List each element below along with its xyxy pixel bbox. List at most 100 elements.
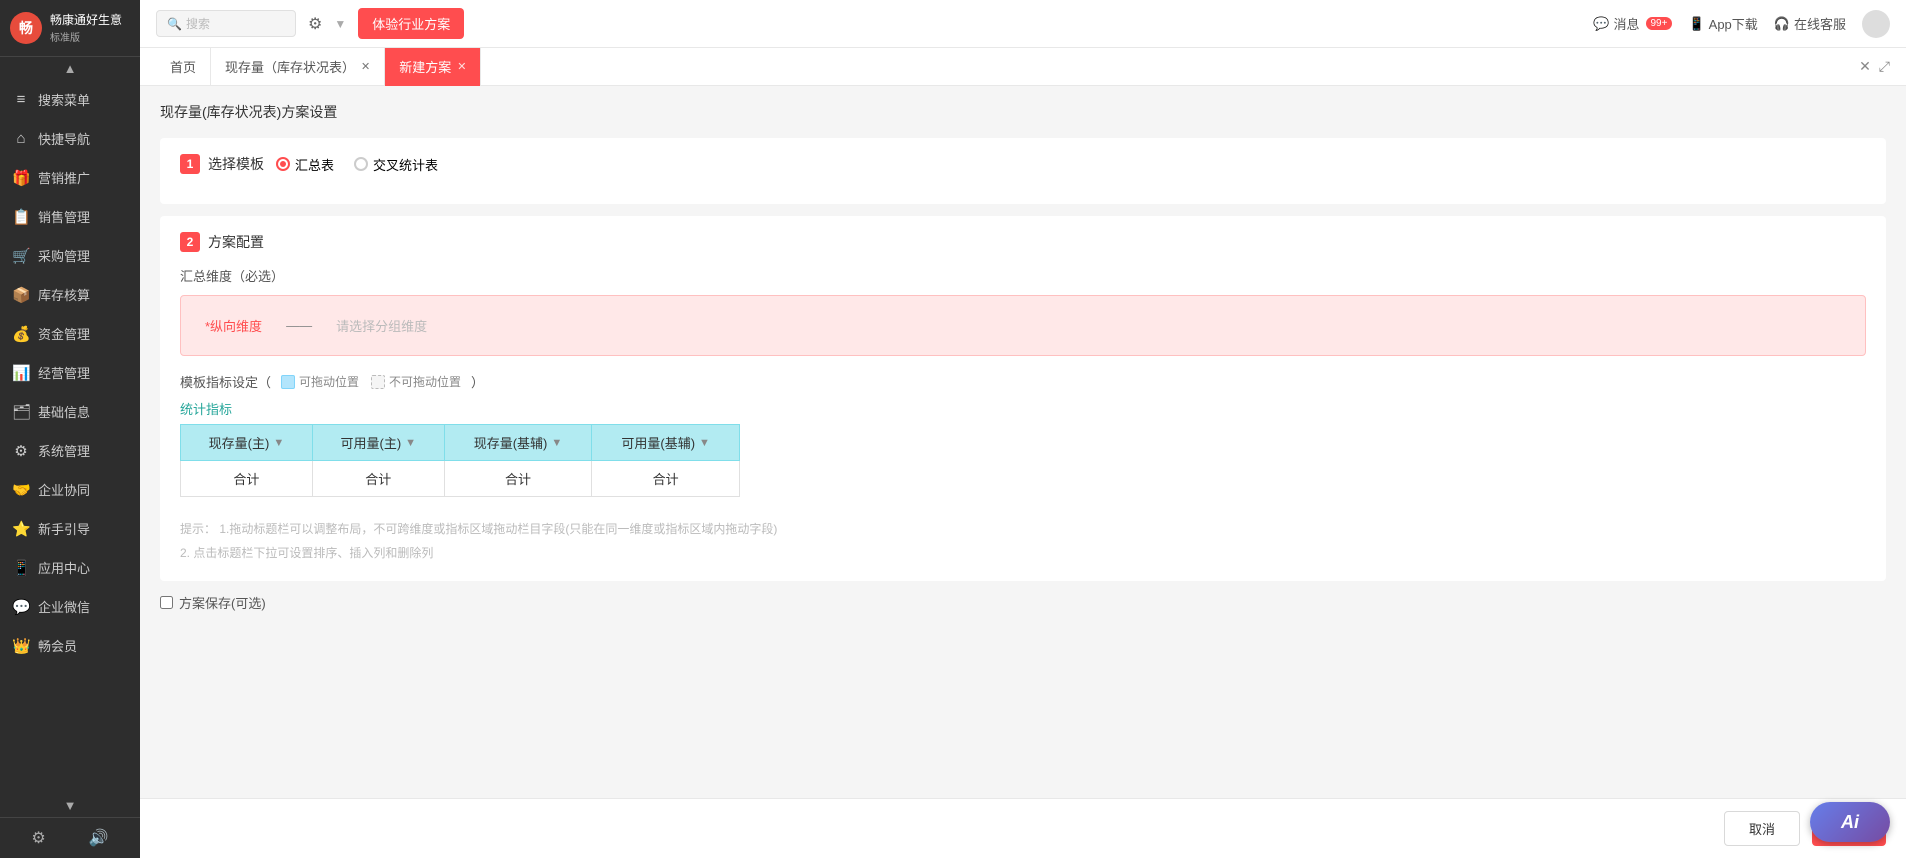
legend-draggable: 可拖动位置 — [281, 373, 359, 390]
sidebar-item-label: 经营管理 — [38, 363, 90, 382]
dimension-placeholder[interactable]: 请选择分组维度 — [336, 316, 427, 335]
section2-header: 2 方案配置 — [180, 232, 1866, 252]
non-draggable-label: 不可拖动位置 — [389, 373, 461, 390]
sidebar-item-label: 系统管理 — [38, 441, 90, 460]
table-header-row: 现存量(主) ▼ 可用量(主) ▼ — [181, 425, 740, 461]
sidebar-item-wechat[interactable]: 💬 企业微信 — [0, 587, 140, 626]
legend-suffix: ） — [471, 372, 484, 391]
tab-new-plan-close-icon[interactable]: ✕ — [457, 60, 466, 73]
sidebar-item-app-center[interactable]: 📱 应用中心 — [0, 548, 140, 587]
operations-icon: 📊 — [12, 364, 30, 382]
page-title: 现存量(库存状况表)方案设置 — [160, 102, 1886, 122]
message-button[interactable]: 💬 消息 99+ — [1593, 14, 1672, 33]
hints: 提示： 1.拖动标题栏可以调整布局，不可跨维度或指标区域拖动栏目字段(只能在同一… — [180, 517, 1866, 565]
online-service-button[interactable]: 🎧 在线客服 — [1774, 14, 1846, 33]
tab-home[interactable]: 首页 — [156, 48, 211, 86]
app-download-button[interactable]: 📱 App下载 — [1688, 14, 1757, 33]
chevron-down-icon-1[interactable]: ▼ — [405, 437, 416, 449]
dimension-box: *纵向维度 —— 请选择分组维度 — [180, 295, 1866, 356]
ai-label: Ai — [1841, 812, 1859, 833]
chevron-down-icon-0[interactable]: ▼ — [273, 437, 284, 449]
table-header-1[interactable]: 可用量(主) ▼ — [312, 425, 444, 461]
table-row: 合计 合计 合计 合计 — [181, 461, 740, 497]
topbar-right: 💬 消息 99+ 📱 App下载 🎧 在线客服 — [1593, 10, 1890, 38]
tab-close-icon[interactable]: ✕ — [1859, 58, 1871, 75]
radio-summary-circle — [276, 157, 290, 171]
avatar[interactable] — [1862, 10, 1890, 38]
topbar: 🔍 搜索 ⚙ ▼ 体验行业方案 💬 消息 99+ 📱 App下载 🎧 在线客服 — [140, 0, 1906, 48]
sidebar-item-newcomer[interactable]: ⭐ 新手引导 — [0, 509, 140, 548]
message-icon: 💬 — [1593, 16, 1609, 32]
tabs-bar: 首页 现存量（库存状况表） ✕ 新建方案 ✕ ✕ ⤢ — [140, 48, 1906, 86]
section1-title: 选择模板 — [208, 154, 264, 174]
tab-inventory-label: 现存量（库存状况表） — [225, 57, 355, 76]
radio-summary[interactable]: 汇总表 — [276, 155, 334, 174]
app-center-icon: 📱 — [12, 559, 30, 577]
section2-title: 方案配置 — [208, 232, 264, 252]
chevron-down-icon-2[interactable]: ▼ — [551, 437, 562, 449]
sidebar-footer: ⚙ 🔊 — [0, 817, 140, 858]
sidebar-item-label: 企业协同 — [38, 480, 90, 499]
sidebar-item-label: 采购管理 — [38, 246, 90, 265]
dropdown-arrow-icon[interactable]: ▼ — [334, 17, 346, 31]
save-checkbox-label[interactable]: 方案保存(可选) — [179, 593, 266, 612]
sidebar-item-operations[interactable]: 📊 经营管理 — [0, 353, 140, 392]
sidebar-item-purchase[interactable]: 🛒 采购管理 — [0, 236, 140, 275]
chevron-down-icon-3[interactable]: ▼ — [699, 437, 710, 449]
sidebar-item-inventory[interactable]: 📦 库存核算 — [0, 275, 140, 314]
settings-icon[interactable]: ⚙ — [31, 828, 45, 848]
legend-non-draggable: 不可拖动位置 — [371, 373, 461, 390]
purchase-icon: 🛒 — [12, 247, 30, 265]
sales-icon: 📋 — [12, 208, 30, 226]
sidebar-nav: ≡ 搜索菜单 ⌂ 快捷导航 🎁 营销推广 📋 销售管理 🛒 采购管理 📦 库存核… — [0, 80, 140, 794]
tab-new-plan[interactable]: 新建方案 ✕ — [385, 48, 481, 86]
save-checkbox[interactable] — [160, 596, 173, 609]
hint-2: 2. 点击标题栏下拉可设置排序、插入列和删除列 — [180, 541, 1866, 565]
wechat-icon: 💬 — [12, 598, 30, 616]
draggable-box — [281, 375, 295, 389]
sidebar-item-finance[interactable]: 💰 资金管理 — [0, 314, 140, 353]
stats-table: 现存量(主) ▼ 可用量(主) ▼ — [180, 424, 740, 497]
sidebar-item-basic-info[interactable]: 🗂 基础信息 — [0, 392, 140, 431]
trial-button[interactable]: 体验行业方案 — [358, 8, 464, 39]
sidebar-item-label: 新手引导 — [38, 519, 90, 538]
table-header-2[interactable]: 现存量(基辅) ▼ — [444, 425, 592, 461]
sidebar-item-quick-nav[interactable]: ⌂ 快捷导航 — [0, 119, 140, 158]
sidebar-item-system[interactable]: ⚙ 系统管理 — [0, 431, 140, 470]
settings-icon[interactable]: ⚙ — [308, 14, 322, 34]
table-header-3[interactable]: 可用量(基辅) ▼ — [592, 425, 740, 461]
sidebar-scroll-down[interactable]: ▼ — [0, 794, 140, 817]
content-footer: 取消 查询 — [140, 798, 1906, 858]
tab-inventory-status[interactable]: 现存量（库存状况表） ✕ — [211, 48, 385, 86]
search-box[interactable]: 🔍 搜索 — [156, 10, 296, 37]
sidebar-item-search-menu[interactable]: ≡ 搜索菜单 — [0, 80, 140, 119]
audio-icon[interactable]: 🔊 — [89, 828, 109, 848]
dimension-row: *纵向维度 —— 请选择分组维度 — [205, 316, 1841, 335]
sidebar-item-sales[interactable]: 📋 销售管理 — [0, 197, 140, 236]
sidebar-item-member[interactable]: 👑 畅会员 — [0, 626, 140, 665]
inventory-icon: 📦 — [12, 286, 30, 304]
app-edition: 标准版 — [50, 29, 122, 44]
section1-header: 1 选择模板 汇总表 交叉统计表 — [180, 154, 1866, 174]
dimension-line: —— — [286, 318, 312, 333]
section-template: 1 选择模板 汇总表 交叉统计表 — [160, 138, 1886, 204]
tab-expand-icon[interactable]: ⤢ — [1879, 58, 1890, 75]
cancel-button[interactable]: 取消 — [1724, 811, 1800, 846]
tab-inventory-close-icon[interactable]: ✕ — [361, 60, 370, 73]
section1-num: 1 — [180, 154, 200, 174]
marketing-icon: 🎁 — [12, 169, 30, 187]
ai-bubble[interactable]: Ai — [1810, 802, 1890, 842]
sidebar-item-label: 销售管理 — [38, 207, 90, 226]
sidebar-item-cooperation[interactable]: 🤝 企业协同 — [0, 470, 140, 509]
search-menu-icon: ≡ — [12, 91, 30, 108]
header-label-2: 现存量(基辅) — [474, 433, 548, 452]
service-icon: 🎧 — [1774, 16, 1790, 32]
app-name: 畅康通好生意 — [50, 12, 122, 29]
system-icon: ⚙ — [12, 442, 30, 460]
radio-summary-label: 汇总表 — [295, 155, 334, 174]
sidebar-scroll-up[interactable]: ▲ — [0, 57, 140, 80]
radio-cross-label: 交叉统计表 — [373, 155, 438, 174]
table-header-0[interactable]: 现存量(主) ▼ — [181, 425, 313, 461]
radio-cross[interactable]: 交叉统计表 — [354, 155, 438, 174]
sidebar-item-marketing[interactable]: 🎁 营销推广 — [0, 158, 140, 197]
